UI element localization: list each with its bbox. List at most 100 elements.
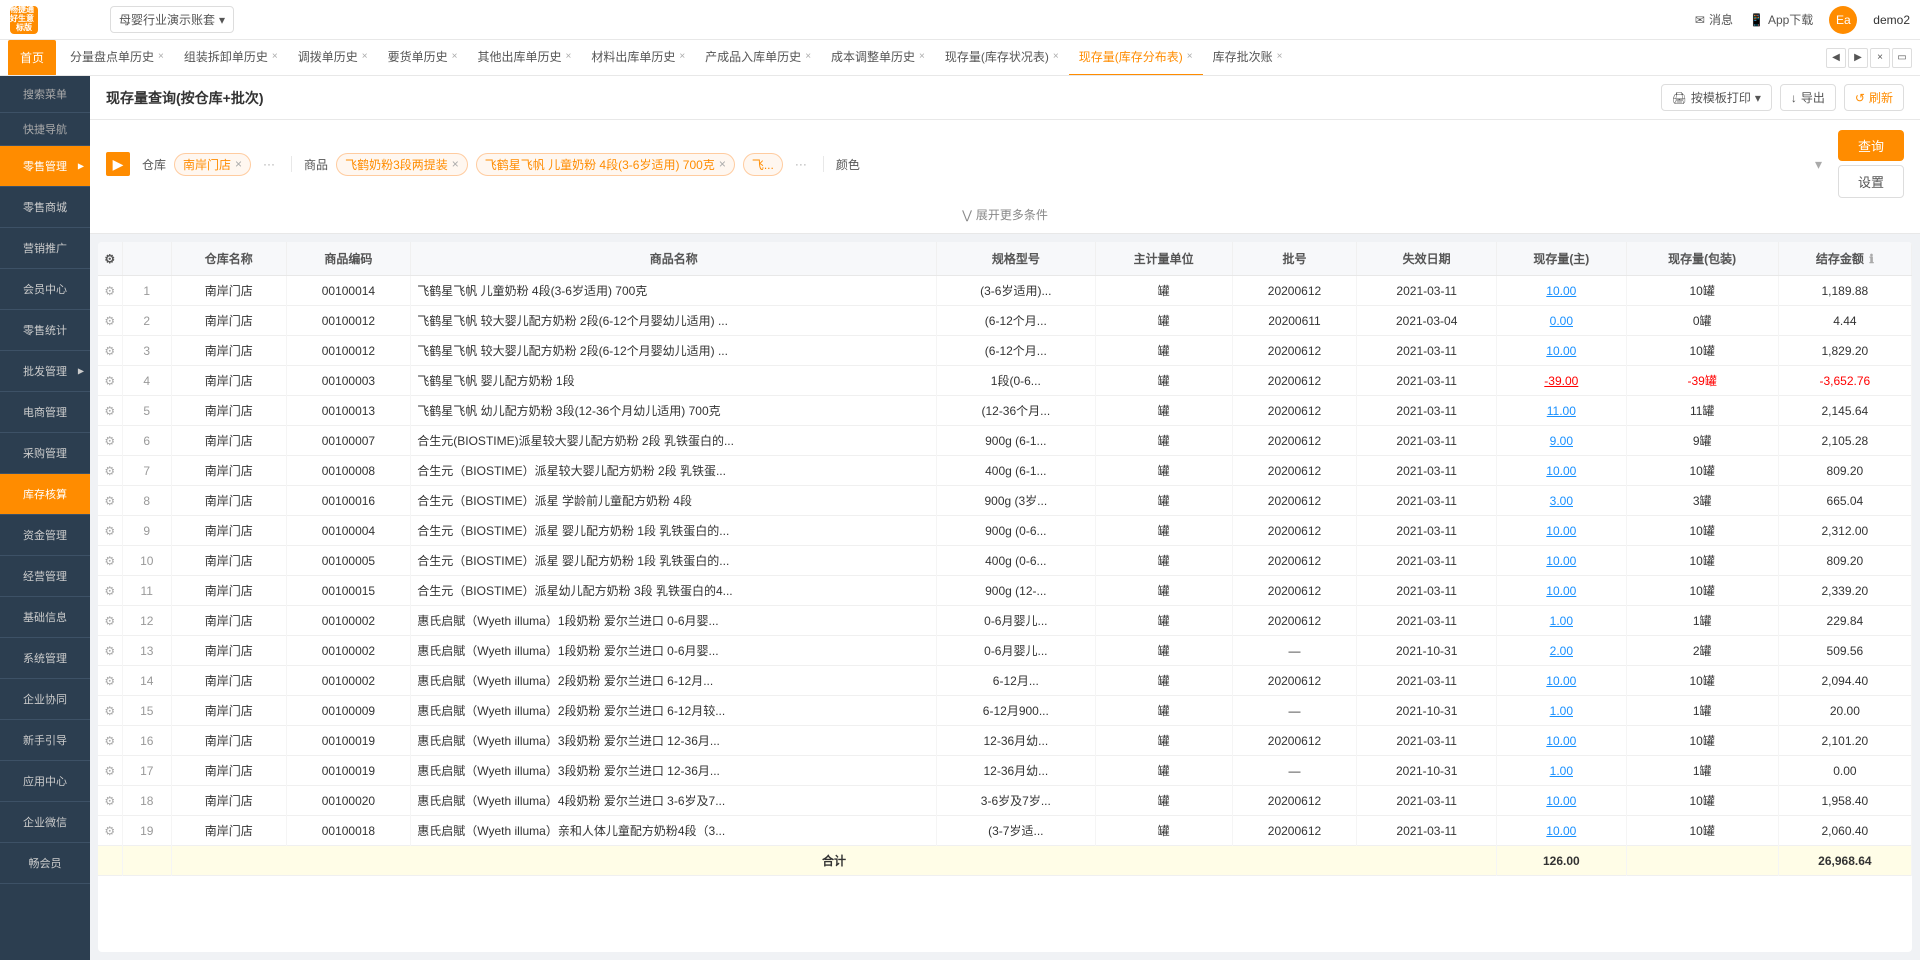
row-settings[interactable]: ⚙: [98, 366, 122, 396]
sidebar-item-newuser[interactable]: 新手引导: [0, 720, 90, 761]
product-more-icon[interactable]: ···: [791, 157, 811, 171]
tab-close-icon[interactable]: ×: [1277, 51, 1283, 62]
tab-close-icon[interactable]: ×: [919, 51, 925, 62]
sidebar-item-enterprise[interactable]: 企业协同: [0, 679, 90, 720]
tab-xiancunliangfenbu[interactable]: 现存量(库存分布表) ×: [1069, 40, 1203, 76]
nav-minimize[interactable]: ▭: [1892, 48, 1912, 68]
tab-close-icon[interactable]: ×: [452, 51, 458, 62]
tab-fenliangpandian[interactable]: 分量盘点单历史 ×: [60, 40, 174, 76]
row-settings[interactable]: ⚙: [98, 696, 122, 726]
tab-qitachupu[interactable]: 其他出库单历史 ×: [467, 40, 581, 76]
row-qty-main[interactable]: 3.00: [1497, 486, 1627, 516]
tab-yaohuo[interactable]: 要货单历史 ×: [378, 40, 468, 76]
tab-xiancunliangkucun[interactable]: 现存量(库存状况表) ×: [935, 40, 1069, 76]
row-qty-main[interactable]: 10.00: [1497, 336, 1627, 366]
row-qty-main[interactable]: 10.00: [1497, 816, 1627, 846]
tab-zuzhuangchaijian[interactable]: 组装拆卸单历史 ×: [174, 40, 288, 76]
tab-kucunpicizh[interactable]: 库存批次账 ×: [1203, 40, 1293, 76]
row-settings[interactable]: ⚙: [98, 486, 122, 516]
warehouse-remove-icon[interactable]: ×: [235, 157, 242, 171]
row-settings[interactable]: ⚙: [98, 576, 122, 606]
tab-close-icon[interactable]: ×: [158, 51, 164, 62]
row-settings[interactable]: ⚙: [98, 336, 122, 366]
tab-close-icon[interactable]: ×: [362, 51, 368, 62]
row-settings[interactable]: ⚙: [98, 786, 122, 816]
row-qty-main[interactable]: 1.00: [1497, 696, 1627, 726]
filter-more-icon[interactable]: ···: [259, 157, 279, 171]
row-settings[interactable]: ⚙: [98, 666, 122, 696]
tab-chanpinruku[interactable]: 产成品入库单历史 ×: [695, 40, 821, 76]
row-settings[interactable]: ⚙: [98, 726, 122, 756]
col-settings[interactable]: ⚙: [98, 242, 122, 276]
product-2-remove-icon[interactable]: ×: [719, 157, 726, 171]
product-tag-1[interactable]: 飞鹤奶粉3段两提装 ×: [336, 153, 468, 176]
tab-diaobo[interactable]: 调拨单历史 ×: [288, 40, 378, 76]
row-settings[interactable]: ⚙: [98, 546, 122, 576]
row-settings[interactable]: ⚙: [98, 816, 122, 846]
sidebar-item-finance[interactable]: 资金管理: [0, 515, 90, 556]
filter-expand-arrow[interactable]: ▶: [106, 152, 130, 176]
sidebar-item-marketing[interactable]: 营销推广: [0, 228, 90, 269]
tab-close-icon[interactable]: ×: [1053, 51, 1059, 62]
product-tag-3[interactable]: 飞...: [743, 153, 783, 176]
row-settings[interactable]: ⚙: [98, 636, 122, 666]
row-qty-main[interactable]: 10.00: [1497, 456, 1627, 486]
query-button[interactable]: 查询: [1838, 130, 1904, 161]
warehouse-tag[interactable]: 南岸门店 ×: [174, 153, 251, 176]
product-tag-2[interactable]: 飞鹤星飞帆 儿童奶粉 4段(3-6岁适用) 700克 ×: [476, 153, 735, 176]
nav-next-arrow[interactable]: ▶: [1848, 48, 1868, 68]
company-selector[interactable]: 母婴行业演示账套 ▾: [110, 6, 234, 33]
sidebar-item-wholesale[interactable]: 批发管理 ▶: [0, 351, 90, 392]
sidebar-item-corpwx[interactable]: 企业微信: [0, 802, 90, 843]
row-qty-main[interactable]: 2.00: [1497, 636, 1627, 666]
row-qty-main[interactable]: -39.00: [1497, 366, 1627, 396]
row-settings[interactable]: ⚙: [98, 606, 122, 636]
row-qty-main[interactable]: 1.00: [1497, 606, 1627, 636]
nav-prev-arrow[interactable]: ◀: [1826, 48, 1846, 68]
row-settings[interactable]: ⚙: [98, 756, 122, 786]
setting-button[interactable]: 设置: [1838, 165, 1904, 198]
tab-close-icon[interactable]: ×: [805, 51, 811, 62]
sidebar-item-retail[interactable]: 零售管理 ▶: [0, 146, 90, 187]
message-btn[interactable]: ✉ 消息: [1695, 11, 1733, 28]
sidebar-item-member2[interactable]: 畅会员: [0, 843, 90, 884]
row-qty-main[interactable]: 11.00: [1497, 396, 1627, 426]
sidebar-item-inventory[interactable]: 库存核算: [0, 474, 90, 515]
row-qty-main[interactable]: 10.00: [1497, 546, 1627, 576]
sidebar-item-search[interactable]: 搜索菜单: [0, 76, 90, 113]
sidebar-item-system[interactable]: 系统管理: [0, 638, 90, 679]
app-download-btn[interactable]: 📱 App下载: [1749, 11, 1813, 28]
sidebar-item-ecommerce[interactable]: 电商管理: [0, 392, 90, 433]
row-settings[interactable]: ⚙: [98, 276, 122, 306]
row-settings[interactable]: ⚙: [98, 426, 122, 456]
product-1-remove-icon[interactable]: ×: [452, 157, 459, 171]
tab-close-icon[interactable]: ×: [679, 51, 685, 62]
row-settings[interactable]: ⚙: [98, 396, 122, 426]
row-qty-main[interactable]: 9.00: [1497, 426, 1627, 456]
row-qty-main[interactable]: 10.00: [1497, 516, 1627, 546]
row-settings[interactable]: ⚙: [98, 516, 122, 546]
row-qty-main[interactable]: 10.00: [1497, 576, 1627, 606]
sidebar-item-retail-stats[interactable]: 零售统计: [0, 310, 90, 351]
tab-close-icon[interactable]: ×: [565, 51, 571, 62]
print-button[interactable]: 🖨 按模板打印 ▾: [1661, 84, 1772, 111]
expand-button[interactable]: ⋁ 展开更多条件: [962, 206, 1048, 223]
row-qty-main[interactable]: 1.00: [1497, 756, 1627, 786]
color-dropdown-icon[interactable]: ▾: [1815, 156, 1822, 173]
sidebar-item-quicknav[interactable]: 快捷导航: [0, 113, 90, 146]
row-settings[interactable]: ⚙: [98, 306, 122, 336]
tab-close-icon[interactable]: ×: [272, 51, 278, 62]
nav-close-all[interactable]: ×: [1870, 48, 1890, 68]
amount-info-icon[interactable]: ℹ: [1869, 252, 1874, 266]
row-qty-main[interactable]: 0.00: [1497, 306, 1627, 336]
row-qty-main[interactable]: 10.00: [1497, 786, 1627, 816]
refresh-button[interactable]: ↺ 刷新: [1844, 84, 1904, 111]
row-qty-main[interactable]: 10.00: [1497, 276, 1627, 306]
tab-cailiaochupu[interactable]: 材料出库单历史 ×: [581, 40, 695, 76]
tab-close-icon[interactable]: ×: [1187, 51, 1193, 62]
sidebar-item-member[interactable]: 会员中心: [0, 269, 90, 310]
tab-chengbentiaozheng[interactable]: 成本调整单历史 ×: [821, 40, 935, 76]
row-qty-main[interactable]: 10.00: [1497, 666, 1627, 696]
sidebar-item-basic[interactable]: 基础信息: [0, 597, 90, 638]
avatar[interactable]: Ea: [1829, 6, 1857, 34]
